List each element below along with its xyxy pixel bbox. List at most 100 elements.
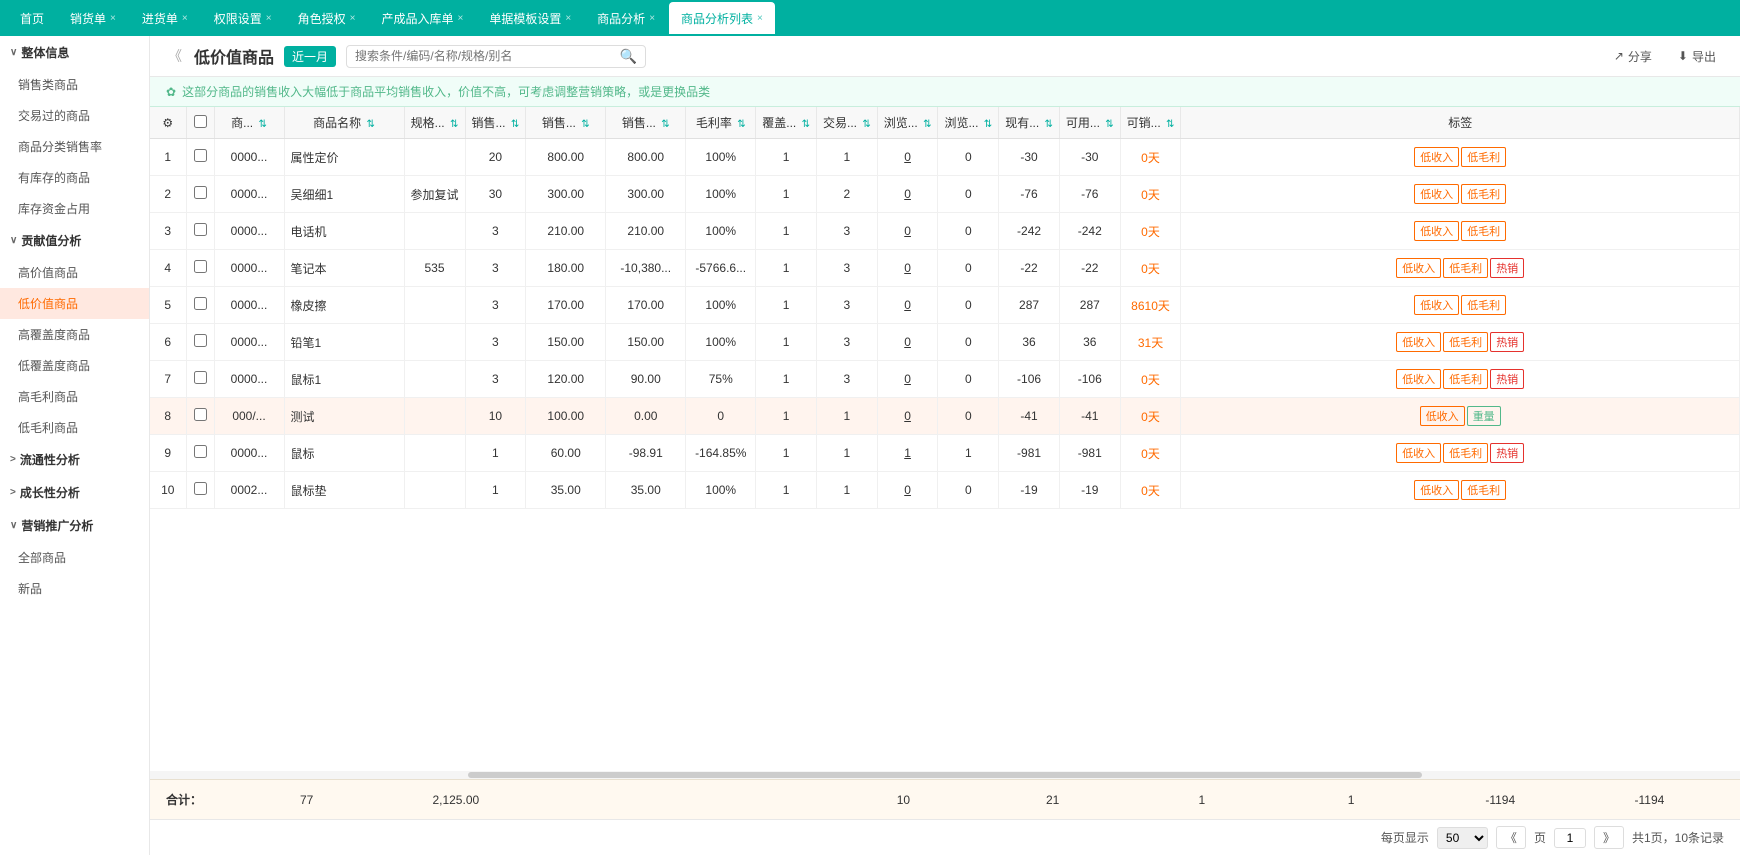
cell-checkbox[interactable]: [186, 435, 214, 472]
nav-permission-settings[interactable]: 权限设置 ×: [202, 2, 284, 34]
sidebar-item-sales-goods[interactable]: 销售类商品: [0, 69, 149, 100]
col-code[interactable]: 商... ⇅: [214, 107, 284, 139]
nav-close-icon[interactable]: ×: [565, 13, 571, 24]
browse-count[interactable]: 0: [904, 372, 911, 386]
horizontal-scrollbar[interactable]: [150, 771, 1740, 779]
sidebar-section-contribution[interactable]: ∨ 贡献值分析: [0, 224, 149, 257]
sidebar-section-marketing[interactable]: ∨ 营销推广分析: [0, 509, 149, 542]
cell-browse1[interactable]: 0: [877, 398, 938, 435]
share-button[interactable]: ↗ 分享: [1606, 45, 1660, 68]
nav-close-icon[interactable]: ×: [457, 13, 463, 24]
col-settings[interactable]: ⚙: [150, 107, 186, 139]
nav-purchase-order[interactable]: 进货单 ×: [130, 2, 200, 34]
row-checkbox[interactable]: [194, 186, 207, 199]
row-checkbox[interactable]: [194, 260, 207, 273]
browse-count[interactable]: 0: [904, 187, 911, 201]
collapse-sidebar-button[interactable]: 《: [166, 44, 184, 68]
cell-browse1[interactable]: 1: [877, 435, 938, 472]
cell-checkbox[interactable]: [186, 250, 214, 287]
row-checkbox[interactable]: [194, 408, 207, 421]
nav-goods-analysis-list[interactable]: 商品分析列表 ×: [669, 2, 775, 34]
browse-count[interactable]: 0: [904, 409, 911, 423]
search-input[interactable]: [355, 49, 614, 63]
search-icon[interactable]: 🔍: [620, 48, 637, 65]
nav-goods-analysis[interactable]: 商品分析 ×: [585, 2, 667, 34]
sidebar-item-low-coverage[interactable]: 低覆盖度商品: [0, 350, 149, 381]
nav-close-icon[interactable]: ×: [110, 13, 116, 24]
col-coverage[interactable]: 覆盖... ⇅: [756, 107, 817, 139]
browse-count[interactable]: 0: [904, 150, 911, 164]
sidebar-item-traded-goods[interactable]: 交易过的商品: [0, 100, 149, 131]
cell-browse1[interactable]: 0: [877, 472, 938, 509]
col-spec[interactable]: 规格... ⇅: [404, 107, 465, 139]
cell-checkbox[interactable]: [186, 398, 214, 435]
nav-close-icon[interactable]: ×: [757, 13, 763, 24]
row-checkbox[interactable]: [194, 334, 207, 347]
col-browse2[interactable]: 浏览... ⇅: [938, 107, 999, 139]
cell-checkbox[interactable]: [186, 361, 214, 398]
row-checkbox[interactable]: [194, 297, 207, 310]
row-checkbox[interactable]: [194, 371, 207, 384]
browse-count[interactable]: 0: [904, 224, 911, 238]
page-size-select[interactable]: 50 100: [1437, 827, 1488, 849]
cell-checkbox[interactable]: [186, 213, 214, 250]
sidebar-item-all-goods[interactable]: 全部商品: [0, 542, 149, 573]
col-margin-rate[interactable]: 毛利率 ⇅: [686, 107, 756, 139]
sidebar-item-stock-capital[interactable]: 库存资金占用: [0, 193, 149, 224]
cell-browse1[interactable]: 0: [877, 287, 938, 324]
nav-role-auth[interactable]: 角色授权 ×: [286, 2, 368, 34]
col-sellable[interactable]: 可销... ⇅: [1120, 107, 1181, 139]
nav-close-icon[interactable]: ×: [182, 13, 188, 24]
nav-template-settings[interactable]: 单据模板设置 ×: [477, 2, 583, 34]
prev-page-button[interactable]: 《: [1496, 826, 1526, 849]
page-number-input[interactable]: [1554, 828, 1586, 848]
select-all-checkbox[interactable]: [194, 115, 207, 128]
sidebar-item-low-margin[interactable]: 低毛利商品: [0, 412, 149, 443]
col-browse1[interactable]: 浏览... ⇅: [877, 107, 938, 139]
col-name[interactable]: 商品名称 ⇅: [284, 107, 404, 139]
cell-browse1[interactable]: 0: [877, 324, 938, 361]
col-available-stock[interactable]: 可用... ⇅: [1059, 107, 1120, 139]
col-current-stock[interactable]: 现有... ⇅: [999, 107, 1060, 139]
nav-close-icon[interactable]: ×: [350, 13, 356, 24]
browse-count[interactable]: 0: [904, 335, 911, 349]
cell-checkbox[interactable]: [186, 176, 214, 213]
filter-tag-recent-month[interactable]: 近一月: [284, 46, 336, 67]
cell-checkbox[interactable]: [186, 324, 214, 361]
nav-home[interactable]: 首页: [8, 2, 56, 34]
col-sales2[interactable]: 销售... ⇅: [526, 107, 606, 139]
row-checkbox[interactable]: [194, 223, 207, 236]
browse-count[interactable]: 0: [904, 483, 911, 497]
export-button[interactable]: ⬇ 导出: [1670, 45, 1724, 68]
cell-browse1[interactable]: 0: [877, 361, 938, 398]
sidebar-item-high-value[interactable]: 高价值商品: [0, 257, 149, 288]
cell-browse1[interactable]: 0: [877, 139, 938, 176]
cell-checkbox[interactable]: [186, 139, 214, 176]
sidebar-item-high-coverage[interactable]: 高覆盖度商品: [0, 319, 149, 350]
nav-product-inbound[interactable]: 产成品入库单 ×: [369, 2, 475, 34]
cell-browse1[interactable]: 0: [877, 250, 938, 287]
cell-checkbox[interactable]: [186, 287, 214, 324]
nav-close-icon[interactable]: ×: [266, 13, 272, 24]
cell-checkbox[interactable]: [186, 472, 214, 509]
col-transaction[interactable]: 交易... ⇅: [816, 107, 877, 139]
sidebar-section-circulation[interactable]: > 流通性分析: [0, 443, 149, 476]
cell-browse1[interactable]: 0: [877, 213, 938, 250]
row-checkbox[interactable]: [194, 149, 207, 162]
col-checkbox[interactable]: [186, 107, 214, 139]
nav-sales-order[interactable]: 销货单 ×: [58, 2, 128, 34]
sidebar-item-new-goods[interactable]: 新品: [0, 573, 149, 604]
cell-browse1[interactable]: 0: [877, 176, 938, 213]
sidebar-item-category-sales-rate[interactable]: 商品分类销售率: [0, 131, 149, 162]
nav-close-icon[interactable]: ×: [649, 13, 655, 24]
sidebar-section-overall[interactable]: ∨ 整体信息: [0, 36, 149, 69]
sidebar-item-low-value[interactable]: 低价值商品: [0, 288, 149, 319]
browse-count[interactable]: 0: [904, 261, 911, 275]
sidebar-section-growth[interactable]: > 成长性分析: [0, 476, 149, 509]
sidebar-item-stock-goods[interactable]: 有库存的商品: [0, 162, 149, 193]
col-sales3[interactable]: 销售... ⇅: [606, 107, 686, 139]
next-page-button[interactable]: 》: [1594, 826, 1624, 849]
sidebar-item-high-margin[interactable]: 高毛利商品: [0, 381, 149, 412]
row-checkbox[interactable]: [194, 482, 207, 495]
browse-count[interactable]: 0: [904, 298, 911, 312]
